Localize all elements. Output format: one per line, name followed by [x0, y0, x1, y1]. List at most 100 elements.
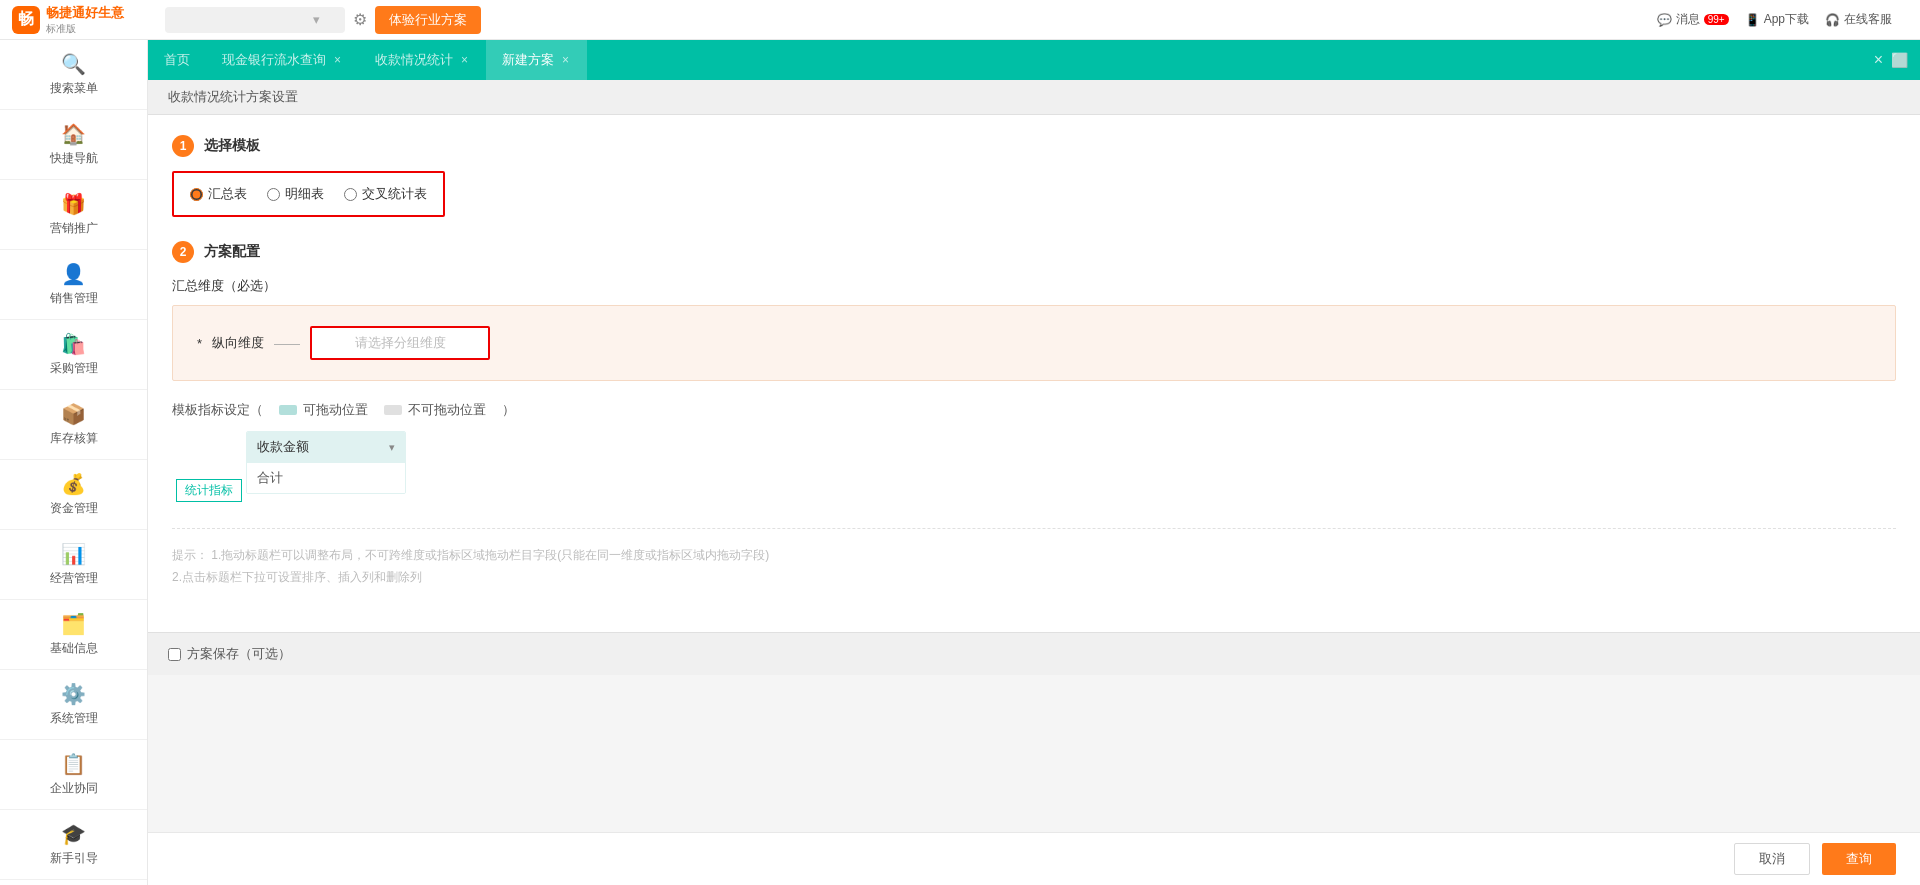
sidebar-item-nav[interactable]: 🏠 快捷导航: [0, 110, 147, 180]
dimension-label-text: 纵向维度: [212, 334, 264, 352]
tab-label: 现金银行流水查询: [222, 51, 326, 69]
radio-cross-input[interactable]: [344, 188, 357, 201]
tab-bar: 首页 现金银行流水查询 × 收款情况统计 × 新建方案 × × ⬜: [148, 40, 1920, 80]
sidebar-item-search[interactable]: 🔍 搜索菜单: [0, 40, 147, 110]
step1-header: 1 选择模板: [172, 135, 1896, 157]
radio-summary-label: 汇总表: [208, 185, 247, 203]
tab-close-icon[interactable]: ×: [560, 52, 571, 68]
cancel-button[interactable]: 取消: [1734, 843, 1810, 875]
marketing-icon: 🎁: [61, 192, 86, 216]
save-checkbox[interactable]: [168, 648, 181, 661]
content-area: 首页 现金银行流水查询 × 收款情况统计 × 新建方案 × × ⬜: [148, 40, 1920, 885]
sidebar-item-operations[interactable]: 📊 经营管理: [0, 530, 147, 600]
tab-label: 新建方案: [502, 51, 554, 69]
topbar: 畅 畅捷通好生意 标准版 ▾ ⚙ 体验行业方案 💬 消息 99+ 📱 App下载…: [0, 0, 1920, 40]
inventory-icon: 📦: [61, 402, 86, 426]
sidebar-item-guide[interactable]: 🎓 新手引导: [0, 810, 147, 880]
step2-number: 2: [172, 241, 194, 263]
sidebar-item-label: 资金管理: [50, 500, 98, 517]
purchase-icon: 🛍️: [61, 332, 86, 356]
tab-home[interactable]: 首页: [148, 40, 206, 80]
legend-draggable: 可拖动位置: [279, 401, 368, 419]
sidebar-item-inventory[interactable]: 📦 库存核算: [0, 390, 147, 460]
sidebar-item-label: 营销推广: [50, 220, 98, 237]
download-icon: 📱: [1745, 13, 1760, 27]
service-icon: 🎧: [1825, 13, 1840, 27]
sidebar-item-label: 经营管理: [50, 570, 98, 587]
sidebar-item-label: 基础信息: [50, 640, 98, 657]
sidebar-item-finance[interactable]: 💰 资金管理: [0, 460, 147, 530]
metrics-table-header[interactable]: 收款金额 ▾: [247, 432, 405, 462]
step1-title: 选择模板: [204, 137, 260, 155]
chevron-down-icon[interactable]: ▾: [313, 12, 320, 27]
tab-new-plan[interactable]: 新建方案 ×: [486, 40, 587, 80]
message-button[interactable]: 💬 消息 99+: [1657, 11, 1729, 28]
guide-icon: 🎓: [61, 822, 86, 846]
finance-icon: 💰: [61, 472, 86, 496]
window-maximize-icon[interactable]: ⬜: [1891, 52, 1908, 68]
sidebar-item-label: 采购管理: [50, 360, 98, 377]
operations-icon: 📊: [61, 542, 86, 566]
sidebar-item-label: 搜索菜单: [50, 80, 98, 97]
message-badge: 99+: [1704, 14, 1729, 25]
app-download-button[interactable]: 📱 App下载: [1745, 11, 1809, 28]
metrics-table: 收款金额 ▾ 合计: [246, 431, 406, 494]
breadcrumb: 收款情况统计方案设置: [148, 80, 1920, 115]
sidebar-item-label: 系统管理: [50, 710, 98, 727]
tab-cash-bank[interactable]: 现金银行流水查询 ×: [206, 40, 359, 80]
sidebar-item-basic-info[interactable]: 🗂️ 基础信息: [0, 600, 147, 670]
sidebar-item-label: 快捷导航: [50, 150, 98, 167]
draggable-icon: [279, 405, 297, 415]
dimension-area: * 纵向维度 —— 请选择分组维度: [172, 305, 1896, 381]
window-close-icon[interactable]: ×: [1874, 51, 1883, 69]
chevron-down-icon[interactable]: ▾: [389, 441, 395, 454]
tab-collection-stats[interactable]: 收款情况统计 ×: [359, 40, 486, 80]
sidebar-item-sales[interactable]: 👤 销售管理: [0, 250, 147, 320]
step1-section: 1 选择模板 汇总表 明细表: [172, 135, 1896, 217]
sidebar-item-enterprise[interactable]: 📋 企业协同: [0, 740, 147, 810]
topbar-search-area[interactable]: ▾: [165, 7, 345, 33]
radio-summary-table[interactable]: 汇总表: [190, 185, 247, 203]
tab-close-icon[interactable]: ×: [332, 52, 343, 68]
topbar-search-input[interactable]: [173, 13, 313, 27]
logo-text: 畅捷通好生意: [46, 4, 124, 22]
dimension-row: * 纵向维度 —— 请选择分组维度: [197, 326, 1871, 360]
tab-label: 首页: [164, 51, 190, 69]
step2-section: 2 方案配置 汇总维度（必选） * 纵向维度 ——: [172, 241, 1896, 588]
save-option[interactable]: 方案保存（可选）: [168, 645, 1900, 663]
gear-icon[interactable]: ⚙: [353, 10, 367, 29]
radio-detail-input[interactable]: [267, 188, 280, 201]
sidebar-item-purchase[interactable]: 🛍️ 采购管理: [0, 320, 147, 390]
topbar-middle: ▾ ⚙ 体验行业方案: [165, 6, 1657, 34]
metrics-setting-label: 模板指标设定（: [172, 401, 263, 419]
radio-cross-label: 交叉统计表: [362, 185, 427, 203]
radio-cross-table[interactable]: 交叉统计表: [344, 185, 427, 203]
message-icon: 💬: [1657, 13, 1672, 27]
logo-icon: 畅: [12, 6, 40, 34]
query-button[interactable]: 查询: [1822, 843, 1896, 875]
radio-detail-table[interactable]: 明细表: [267, 185, 324, 203]
dimension-selector[interactable]: 请选择分组维度: [310, 326, 490, 360]
sales-icon: 👤: [61, 262, 86, 286]
sidebar-item-system[interactable]: ⚙️ 系统管理: [0, 670, 147, 740]
subsection-label: 汇总维度（必选）: [172, 277, 1896, 295]
metrics-area: 统计指标 收款金额 ▾ 合计: [172, 431, 1896, 508]
bottom-action-bar: 取消 查询: [148, 832, 1920, 885]
industry-solution-button[interactable]: 体验行业方案: [375, 6, 481, 34]
search-icon: 🔍: [61, 52, 86, 76]
sidebar-item-marketing[interactable]: 🎁 营销推广: [0, 180, 147, 250]
main-layout: 🔍 搜索菜单 🏠 快捷导航 🎁 营销推广 👤 销售管理 🛍️ 采购管理 📦 库存…: [0, 40, 1920, 885]
tab-bar-right: × ⬜: [1874, 51, 1920, 69]
tab-close-icon[interactable]: ×: [459, 52, 470, 68]
sidebar-item-hardware[interactable]: 📱 智能硬件: [0, 880, 147, 885]
system-icon: ⚙️: [61, 682, 86, 706]
sidebar-item-label: 企业协同: [50, 780, 98, 797]
fixed-icon: [384, 405, 402, 415]
online-service-button[interactable]: 🎧 在线客服: [1825, 11, 1892, 28]
topbar-right: 💬 消息 99+ 📱 App下载 🎧 在线客服: [1657, 11, 1908, 28]
metrics-table-row: 合计: [247, 462, 405, 493]
enterprise-icon: 📋: [61, 752, 86, 776]
logo-badge: 标准版: [46, 22, 124, 36]
radio-summary-input[interactable]: [190, 188, 203, 201]
tab-label: 收款情况统计: [375, 51, 453, 69]
